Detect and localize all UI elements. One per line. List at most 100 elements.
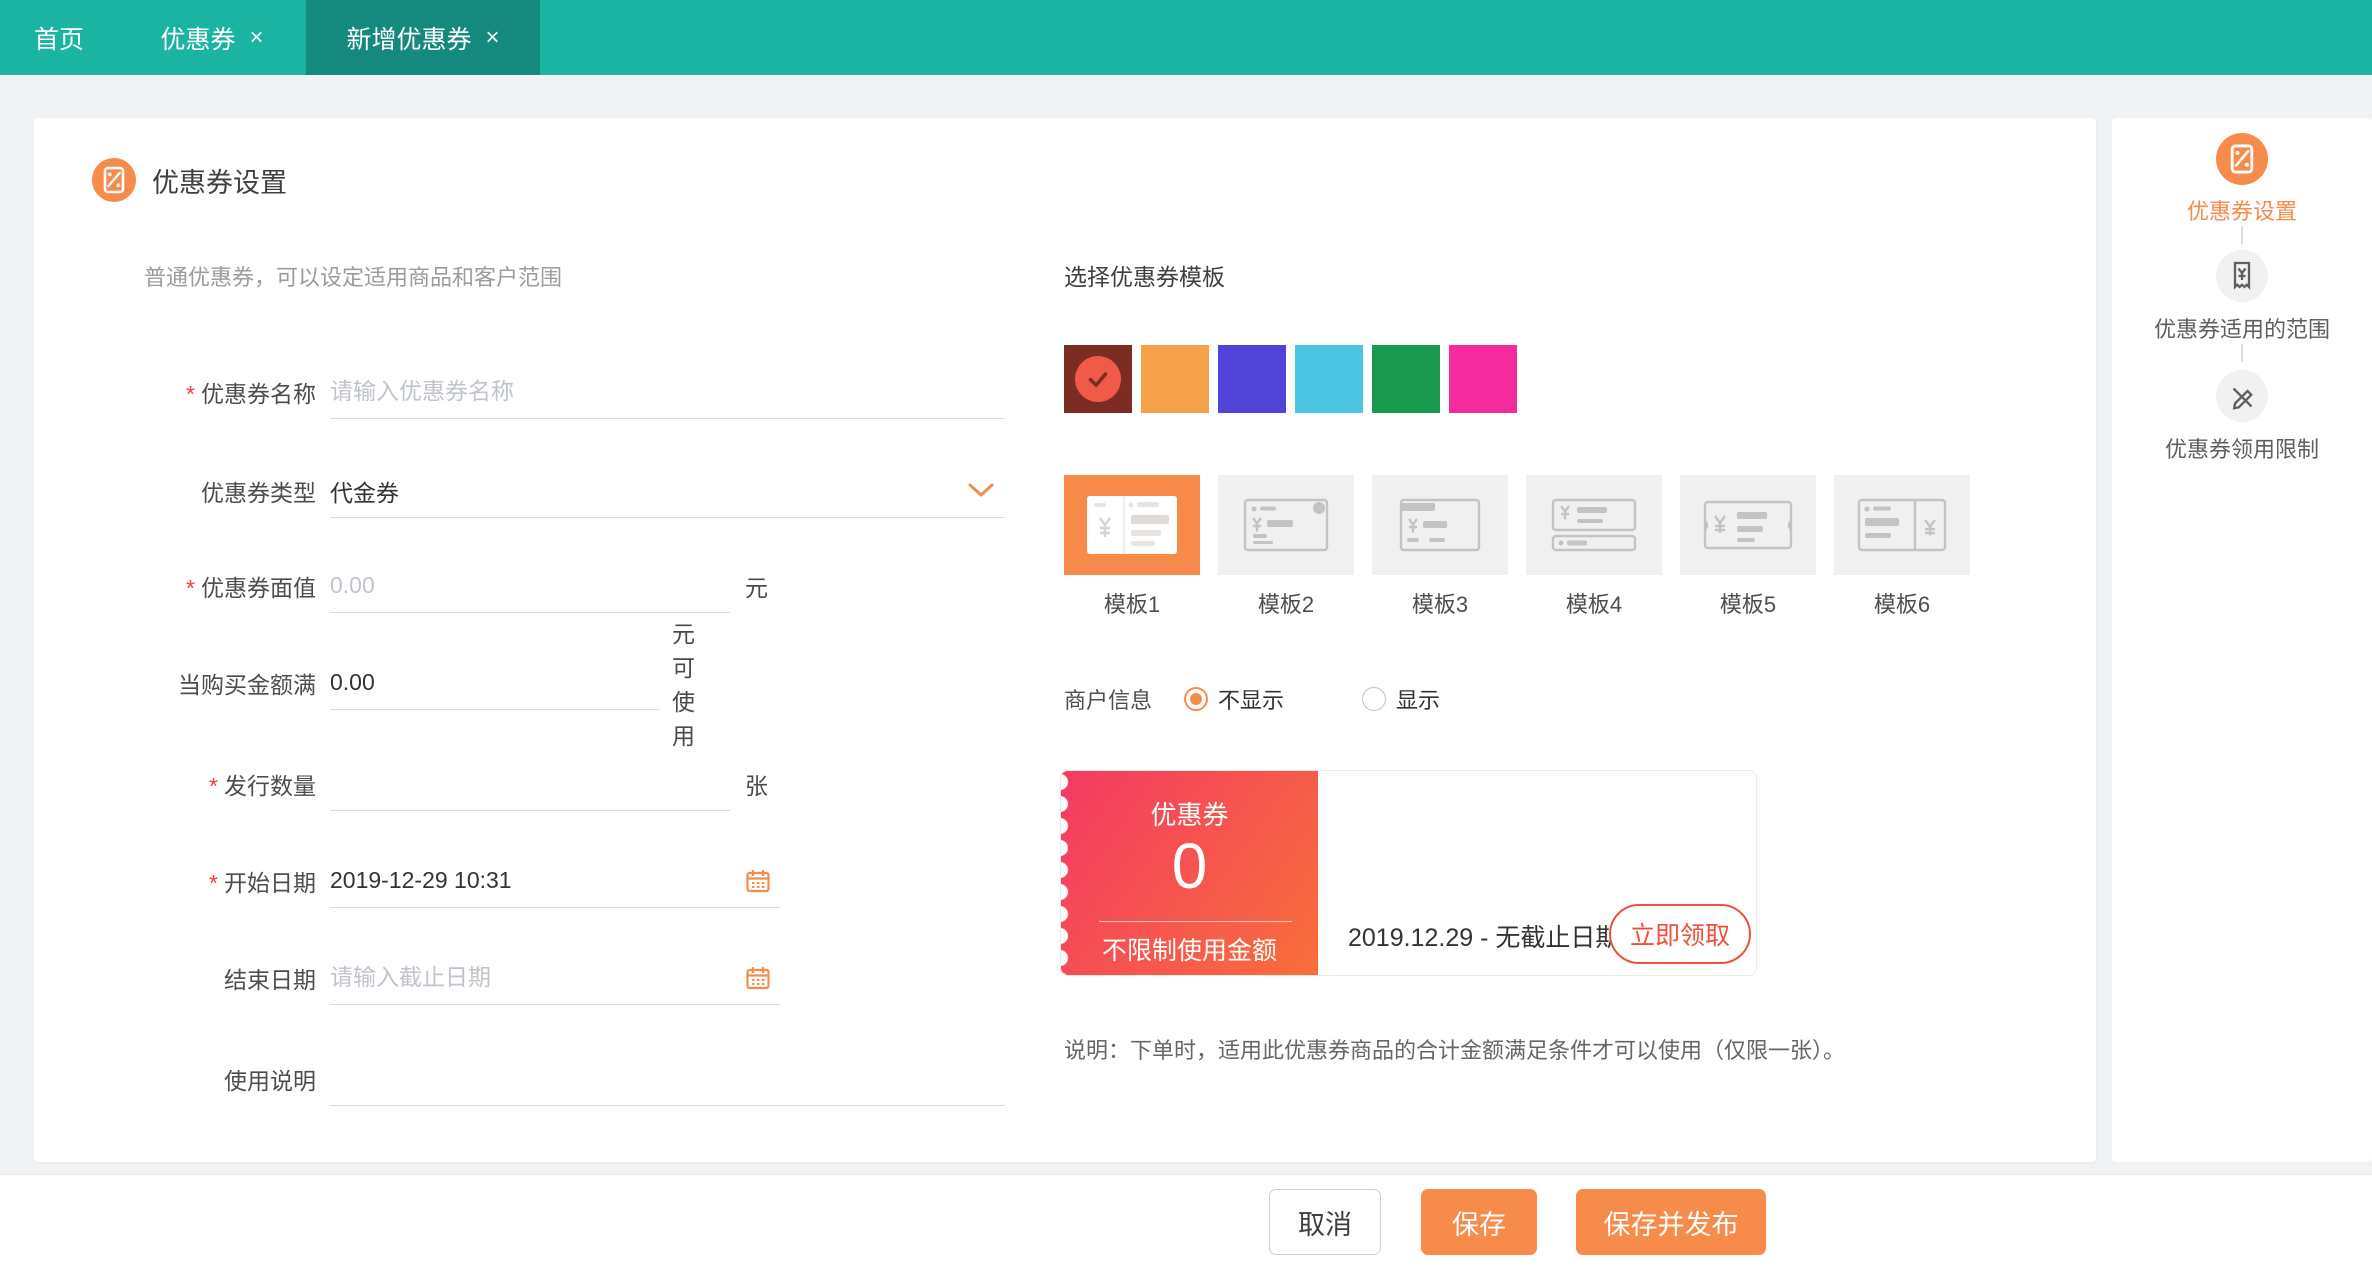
color-swatches xyxy=(1064,345,1517,413)
save-button[interactable]: 保存 xyxy=(1421,1189,1537,1255)
preview-validity: 2019.12.29 - 无截止日期 xyxy=(1348,924,1621,952)
swatch-purple[interactable] xyxy=(1218,345,1286,413)
step1-coupon-settings-icon[interactable] xyxy=(2216,133,2268,185)
issue-count-label: * 发行数量 xyxy=(209,773,316,799)
field-row-issue-count: * 发行数量 张 xyxy=(96,757,768,811)
calendar-icon[interactable] xyxy=(744,867,772,895)
template-label: 模板5 xyxy=(1719,592,1777,617)
merchant-info-label: 商户信息 xyxy=(1064,688,1153,713)
radio-option-show[interactable]: 显示 xyxy=(1362,683,1440,715)
action-footer: 取消 保存 保存并发布 xyxy=(0,1174,2372,1266)
field-row-min-purchase: 当购买金额满 元可使用 xyxy=(96,621,695,749)
close-icon[interactable]: × xyxy=(250,24,264,52)
swatch-green[interactable] xyxy=(1372,345,1440,413)
chevron-down-icon[interactable] xyxy=(967,482,995,498)
preview-amount: 0 xyxy=(1171,830,1208,902)
page-head: 优惠券设置 xyxy=(92,158,287,202)
required-marker: * xyxy=(186,575,195,601)
field-row-coupon-type: 优惠券类型 代金券 xyxy=(96,464,1005,518)
radio-option-hide[interactable]: 不显示 xyxy=(1184,683,1284,715)
template-option-5[interactable]: 模板5 xyxy=(1680,475,1816,619)
template-option-1[interactable]: 模板1 xyxy=(1064,475,1200,619)
template-coupon-icon xyxy=(1680,475,1816,575)
save-and-publish-button[interactable]: 保存并发布 xyxy=(1576,1189,1766,1255)
swatch-red[interactable] xyxy=(1064,345,1132,413)
claim-now-button[interactable]: 立即领取 xyxy=(1609,904,1751,964)
required-marker: * xyxy=(186,381,195,407)
coupon-name-label: * 优惠券名称 xyxy=(186,381,316,407)
issue-count-unit: 张 xyxy=(745,773,768,799)
required-marker: * xyxy=(209,870,218,896)
coupon-percent-icon xyxy=(92,158,136,202)
required-marker: * xyxy=(209,773,218,799)
template-option-4[interactable]: 模板4 xyxy=(1526,475,1662,619)
template-label: 模板6 xyxy=(1873,592,1931,617)
field-row-face-value: *优惠券面值 元 xyxy=(96,559,768,613)
wizard-steps-panel: 优惠券设置 优惠券适用的范围 优惠券领用限制 xyxy=(2112,118,2372,1162)
end-date-label: 结束日期 xyxy=(224,967,316,993)
start-date-label: * 开始日期 xyxy=(209,870,316,896)
calendar-icon[interactable] xyxy=(744,964,772,992)
template-coupon-icon xyxy=(1064,475,1200,575)
end-date-input[interactable] xyxy=(330,964,780,991)
swatch-cyan[interactable] xyxy=(1295,345,1363,413)
start-date-input[interactable] xyxy=(330,867,780,894)
template-label: 模板3 xyxy=(1411,592,1469,617)
step2-scope-icon[interactable] xyxy=(2216,250,2268,302)
coupon-preview: 优惠券 0 不限制使用金额 2019.12.29 - 无截止日期 立即领取 xyxy=(1060,770,1757,976)
step3-label: 优惠券领用限制 xyxy=(2164,437,2319,462)
radio-unselected-icon[interactable] xyxy=(1362,687,1387,711)
coupon-type-value: 代金券 xyxy=(330,479,399,506)
face-value-label: * 优惠券面值 xyxy=(186,575,316,601)
template-option-2[interactable]: 模板2 xyxy=(1218,475,1354,619)
preview-usage-limit: 不限制使用金额 xyxy=(1101,937,1277,965)
coupon-name-input[interactable] xyxy=(330,378,1005,405)
min-purchase-label: 当购买金额满 xyxy=(178,672,316,698)
template-thumbnails: 模板1 模板2 模板3 模板4 模板5 模板6 xyxy=(1064,475,1970,619)
field-row-coupon-name: * 优惠券名称 xyxy=(96,365,1005,419)
face-value-input[interactable] xyxy=(330,572,730,599)
tab-home-label: 首页 xyxy=(33,25,84,54)
tab-coupon-list-label: 优惠券 xyxy=(160,25,236,54)
min-purchase-unit: 元可使用 xyxy=(672,621,695,749)
swatch-magenta[interactable] xyxy=(1449,345,1517,413)
step-connector xyxy=(2241,344,2243,362)
template-coupon-icon xyxy=(1526,475,1662,575)
page-title: 优惠券设置 xyxy=(152,167,287,198)
step2-label: 优惠券适用的范围 xyxy=(2153,317,2330,342)
template-coupon-icon xyxy=(1834,475,1970,575)
coupon-type-select[interactable]: 代金券 xyxy=(330,464,1005,518)
form-subtitle: 普通优惠券，可以设定适用商品和客户范围 xyxy=(144,265,563,290)
coupon-settings-card: 优惠券设置 普通优惠券，可以设定适用商品和客户范围 选择优惠券模板 * 优惠券名称… xyxy=(34,118,2096,1162)
step1-label: 优惠券设置 xyxy=(2186,199,2297,224)
face-value-unit: 元 xyxy=(745,575,768,601)
preview-divider xyxy=(1099,921,1292,922)
step-connector xyxy=(2241,226,2243,244)
tab-home[interactable]: 首页 xyxy=(0,0,118,75)
template-coupon-icon xyxy=(1372,475,1508,575)
template-coupon-icon xyxy=(1218,475,1354,575)
field-row-start-date: * 开始日期 xyxy=(96,854,780,908)
template-option-6[interactable]: 模板6 xyxy=(1834,475,1970,619)
template-section-title: 选择优惠券模板 xyxy=(1064,264,1225,290)
merchant-info-row: 商户信息 不显示 显示 xyxy=(1064,682,1518,716)
field-row-end-date: 结束日期 xyxy=(96,951,780,1005)
tab-coupon-list[interactable]: 优惠券 × xyxy=(118,0,306,75)
tab-new-coupon[interactable]: 新增优惠券 × xyxy=(306,0,540,75)
coupon-preview-left: 优惠券 0 不限制使用金额 xyxy=(1061,771,1318,975)
cancel-button[interactable]: 取消 xyxy=(1269,1189,1381,1255)
usage-note-input[interactable] xyxy=(330,1065,1005,1092)
swatch-orange[interactable] xyxy=(1141,345,1209,413)
close-icon[interactable]: × xyxy=(486,24,500,52)
top-tab-bar: 首页 优惠券 × 新增优惠券 × xyxy=(0,0,2372,75)
issue-count-input[interactable] xyxy=(330,770,730,797)
min-purchase-input[interactable] xyxy=(330,669,660,696)
template-label: 模板2 xyxy=(1257,592,1315,617)
step3-limit-icon[interactable] xyxy=(2216,370,2268,422)
template-option-3[interactable]: 模板3 xyxy=(1372,475,1508,619)
template-label: 模板4 xyxy=(1565,592,1623,617)
radio-selected-icon[interactable] xyxy=(1184,687,1209,711)
usage-note-label: 使用说明 xyxy=(224,1068,316,1094)
field-row-usage-note: 使用说明 xyxy=(96,1052,1005,1106)
usage-note-text: 说明：下单时，适用此优惠券商品的合计金额满足条件才可以使用（仅限一张）。 xyxy=(1064,1038,1846,1063)
